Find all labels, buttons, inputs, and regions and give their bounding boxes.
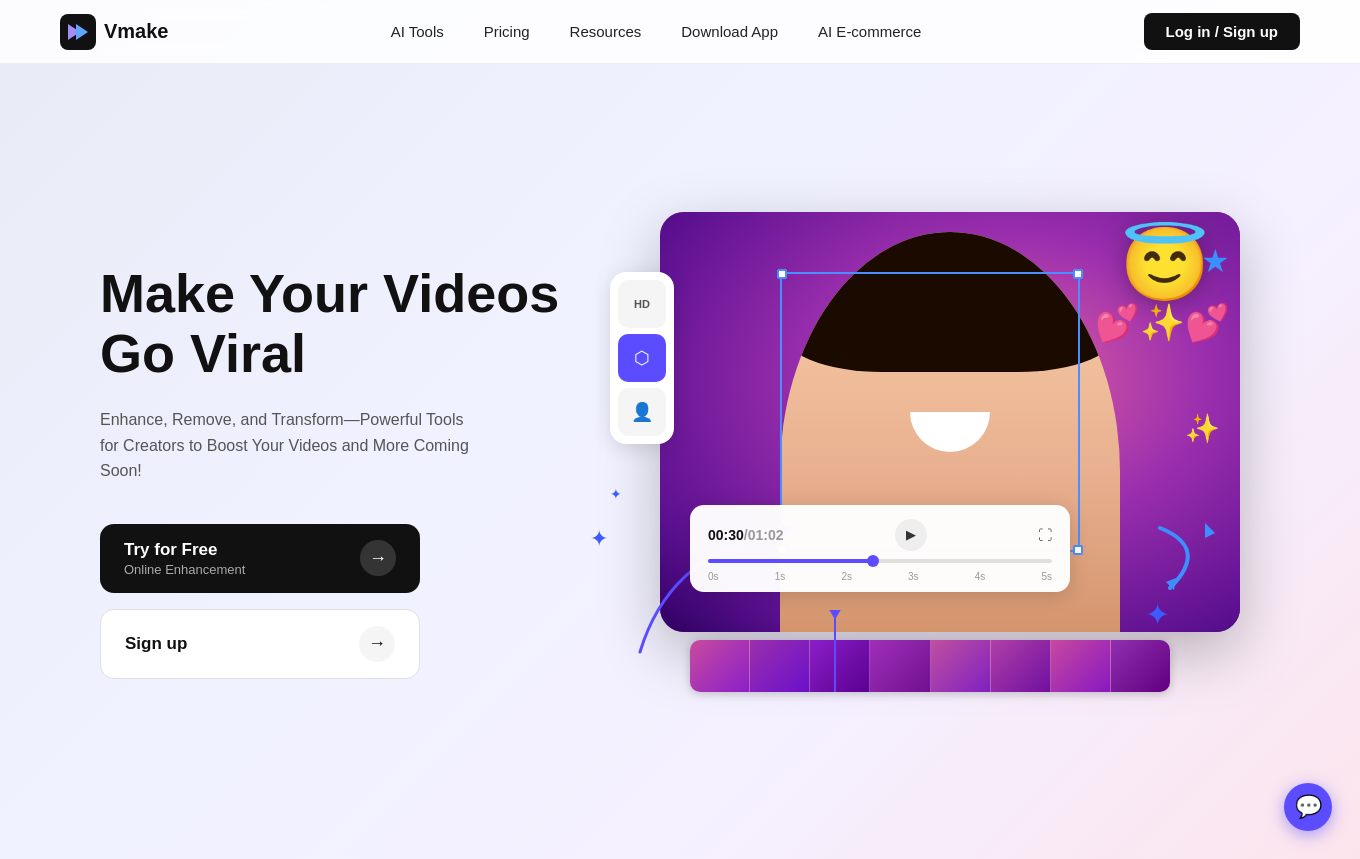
hero-left: Make Your Videos Go Viral Enhance, Remov… (100, 264, 580, 679)
selection-handle-tl (777, 269, 787, 279)
chat-icon: 💬 (1295, 794, 1322, 820)
timeline-label-3s: 3s (908, 571, 919, 582)
try-button-sub-label: Online Enhancement (124, 562, 245, 577)
nav-ai-tools[interactable]: AI Tools (391, 23, 444, 40)
sparkle-icon-1: ✦ (590, 526, 608, 552)
playhead (834, 610, 836, 692)
timeline-label-1s: 1s (775, 571, 786, 582)
navbar: Vmake AI Tools Pricing Resources Downloa… (0, 0, 1360, 64)
filmstrip-container (690, 640, 1170, 692)
nav-pricing[interactable]: Pricing (484, 23, 530, 40)
timeline-labels: 0s 1s 2s 3s 4s 5s (708, 571, 1052, 582)
timeline-label-4s: 4s (975, 571, 986, 582)
brand-logo[interactable]: Vmake (60, 14, 169, 50)
player-current-time: 00:30 (708, 527, 744, 543)
svg-marker-5 (1205, 523, 1215, 538)
expand-button[interactable]: ⛶ (1038, 527, 1052, 543)
eraser-icon: ⬡ (634, 347, 650, 369)
timeline-label-5s: 5s (1041, 571, 1052, 582)
nav-ai-ecommerce[interactable]: AI E-commerce (818, 23, 921, 40)
hero-visual: ✦ ✦ ✦ 😇 💕✨💕 ✨ (580, 192, 1280, 752)
film-frame-7 (1051, 640, 1111, 692)
film-frame-5 (931, 640, 991, 692)
hero-subtitle: Enhance, Remove, and Transform—Powerful … (100, 407, 480, 484)
filmstrip-inner (690, 640, 1170, 692)
selection-handle-tr (1073, 269, 1083, 279)
nav-download-app[interactable]: Download App (681, 23, 778, 40)
timeline-label-2s: 2s (841, 571, 852, 582)
player-progress-bar[interactable] (708, 559, 1052, 563)
film-frame-2 (750, 640, 810, 692)
hero-section: Make Your Videos Go Viral Enhance, Remov… (0, 64, 1360, 859)
login-signup-button[interactable]: Log in / Sign up (1144, 13, 1300, 50)
blue-swoosh-decoration (1150, 518, 1220, 602)
timeline-label-0s: 0s (708, 571, 719, 582)
film-frame-6 (991, 640, 1051, 692)
film-frame-3 (810, 640, 870, 692)
vmake-logo-icon (60, 14, 96, 50)
player-time-display: 00:30/01:02 (708, 527, 784, 543)
play-button[interactable]: ▶ (895, 519, 927, 551)
portrait-icon: 👤 (631, 401, 653, 423)
portrait-tool-button[interactable]: 👤 (618, 388, 666, 436)
sparkle-icon-3: ✦ (1145, 597, 1170, 632)
nav-resources[interactable]: Resources (570, 23, 642, 40)
halo-emoji: 😇 (1120, 222, 1210, 307)
sparkle-icon-2: ✦ (610, 486, 622, 502)
hero-title: Make Your Videos Go Viral (100, 264, 580, 383)
star-sparkle-emoji: ✨ (1185, 412, 1220, 445)
signup-button[interactable]: Sign up → (100, 609, 420, 679)
film-frame-8 (1111, 640, 1170, 692)
filmstrip (690, 640, 1170, 692)
video-player: 00:30/01:02 ▶ ⛶ 0s 1s 2s 3s 4s 5s (690, 505, 1070, 592)
film-frame-4 (870, 640, 930, 692)
player-total-time: 01:02 (748, 527, 784, 543)
signup-label: Sign up (125, 634, 187, 654)
tool-panel: HD ⬡ 👤 (610, 272, 674, 444)
signup-arrow-icon: → (359, 626, 395, 662)
try-button-main-label: Try for Free (124, 540, 245, 560)
hearts-emoji: 💕✨💕 (1095, 302, 1230, 344)
hd-icon: HD (634, 298, 650, 310)
try-button-arrow-icon: → (360, 540, 396, 576)
try-for-free-button[interactable]: Try for Free Online Enhancement → (100, 524, 420, 593)
player-progress-thumb[interactable] (867, 555, 879, 567)
player-progress-fill (708, 559, 873, 563)
brand-name: Vmake (104, 20, 169, 43)
hd-tool-button[interactable]: HD (618, 280, 666, 328)
player-controls: 00:30/01:02 ▶ ⛶ (708, 519, 1052, 551)
remove-tool-button[interactable]: ⬡ (618, 334, 666, 382)
nav-links: AI Tools Pricing Resources Download App … (391, 23, 922, 41)
blue-star-decoration: ★ (1201, 242, 1230, 280)
film-frame-1 (690, 640, 750, 692)
selection-handle-br (1073, 545, 1083, 555)
chat-support-button[interactable]: 💬 (1284, 783, 1332, 831)
